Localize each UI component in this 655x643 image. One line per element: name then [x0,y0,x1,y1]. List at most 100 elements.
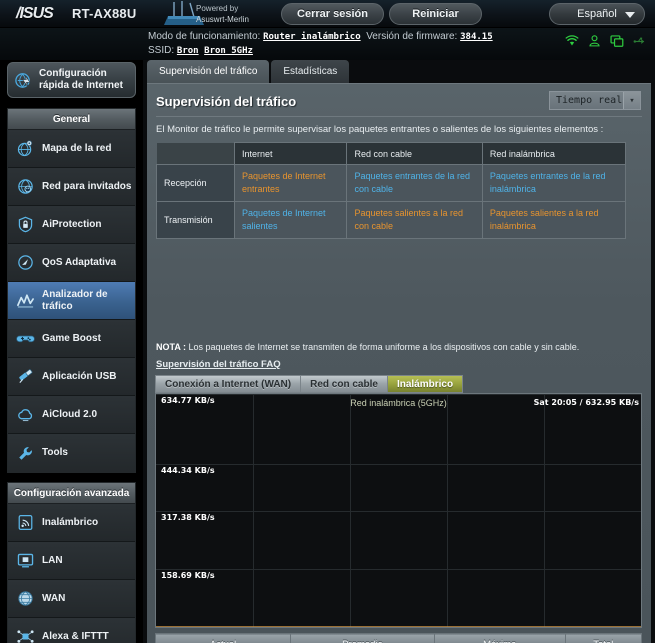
operation-mode-value[interactable]: Router inalámbrico [263,32,361,42]
traffic-chart[interactable]: Red inalámbrica (5GHz) Sat 20:05 / 632.9… [155,393,642,628]
network-map-icon [17,140,33,157]
sidebar-item-label: AiProtection [42,218,102,230]
page-title: Supervisión del tráfico [156,94,297,109]
router-model-label: RT-AX88U [72,6,137,21]
sidebar-item-guest-network[interactable]: Red para invitados [8,168,135,206]
chart-tab-wan[interactable]: Conexión a Internet (WAN) [155,375,301,393]
ssid-5ghz-value[interactable]: Bron_5GHz [204,46,253,56]
table-header-row: Actual Promedio Máximo Total [154,633,643,643]
matrix-col-internet: Internet [233,142,348,165]
quick-setup-line1: Configuración [39,68,107,79]
traffic-legend-table: Internet Red con cable Red inalámbrica R… [156,142,627,239]
operation-mode-label: Modo de funcionamiento: [148,31,261,42]
sidebar-item-label: QoS Adaptativa [42,256,117,268]
sidebar-item-alexa-ifttt[interactable]: Alexa & IFTTT [8,618,135,643]
sidebar-item-label: WAN [42,592,66,604]
sidebar-item-label: Inalámbrico [42,516,99,528]
title-divider [156,116,642,117]
sidebar-item-label: Tools [42,447,68,459]
sidebar-item-aiprotection[interactable]: AiProtection [8,206,135,244]
wifi-icon[interactable] [565,34,579,48]
sidebar-item-lan[interactable]: LAN [8,542,135,580]
stats-col-maximo: Máximo [433,633,566,643]
top-header-bar: /ISUS RT-AX88U Powered by Asuswrt-Merlin… [0,0,655,28]
sidebar-item-tools[interactable]: Tools [8,434,135,472]
quick-setup-line2: rápida de Internet [39,80,123,91]
guest-network-icon [18,179,33,194]
sidebar-item-label: Game Boost [42,332,101,344]
matrix-cell-tx-internet: Paquetes de Internet salientes [233,201,348,239]
sidebar-item-wan[interactable]: WAN [8,580,135,618]
realtime-period-value: Tiempo real: [556,95,629,106]
firmware-label: Versión de firmware: [366,31,458,42]
asus-logo: /ISUS [16,5,54,22]
sidebar-group-header-advanced: Configuración avanzada [8,483,135,504]
lan-icon [17,553,34,568]
chevron-down-icon: ▾ [623,92,640,109]
sidebar-item-usb-application[interactable]: Aplicación USB [8,358,135,396]
devices-icon[interactable] [610,34,624,48]
sidebar-item-label: Alexa & IFTTT [42,630,109,642]
ssid-2ghz-value[interactable]: Bron [177,46,199,56]
matrix-cell-rx-wireless: Paquetes entrantes de la red inalámbrica [481,164,627,202]
status-icon-group [565,34,647,48]
sidebar-group-header-general: General [8,109,135,130]
gauge-icon [18,255,33,270]
chart-plot-area [156,626,641,627]
logout-button[interactable]: Cerrar sesión [281,3,384,25]
matrix-corner-cell [156,142,235,165]
matrix-cell-tx-wireless: Paquetes salientes a la red inalámbrica [481,201,627,239]
sidebar-item-label: Red para invitados [42,180,132,192]
wireless-icon [18,515,33,530]
table-row: Recepción Paquetes de Internet entrantes… [156,164,627,202]
note-body: Los paquetes de Internet se transmiten d… [188,342,580,352]
sidebar-item-label: Mapa de la red [42,142,112,154]
chart-tab-wired[interactable]: Red con cable [300,375,387,393]
content-panel: Supervisión del tráfico Tiempo real: ▾ E… [147,83,651,643]
wrench-icon [19,446,32,460]
faq-link[interactable]: Supervisión del tráfico FAQ [156,359,281,370]
firmware-version-value[interactable]: 384.15 [460,32,493,42]
matrix-cell-rx-internet: Paquetes de Internet entrantes [233,164,348,202]
traffic-analyzer-icon [17,294,34,308]
traffic-stats-table: Actual Promedio Máximo Total 0.00 KB/s 0… [154,633,643,643]
usb-application-icon [19,369,33,384]
stats-col-total: Total [564,633,643,643]
matrix-col-wireless: Red inalámbrica [481,142,627,165]
matrix-cell-rx-wired: Paquetes entrantes de la red con cable [346,164,483,202]
chevron-down-icon [625,12,635,18]
sidebar-item-adaptive-qos[interactable]: QoS Adaptativa [8,244,135,282]
reboot-button[interactable]: Reiniciar [389,3,482,25]
tab-traffic-monitor[interactable]: Supervisión del tráfico [147,60,270,83]
stats-col-promedio: Promedio [290,633,435,643]
sidebar-item-wireless[interactable]: Inalámbrico [8,504,135,542]
sidebar-nav: Configuración rápida de Internet General… [0,60,143,643]
sidebar-item-aicloud[interactable]: AiCloud 2.0 [8,396,135,434]
chart-source-tabs: Conexión a Internet (WAN) Red con cable … [155,375,464,393]
realtime-period-select[interactable]: Tiempo real: ▾ [549,91,641,110]
sidebar-item-network-map[interactable]: Mapa de la red [8,130,135,168]
usb-icon[interactable] [633,35,647,48]
sidebar-item-traffic-analyzer[interactable]: Analizador de tráfico [8,282,135,320]
user-icon[interactable] [588,34,601,48]
router-info-bar: Modo de funcionamiento: Router inalámbri… [0,28,655,60]
tab-statistics[interactable]: Estadísticas [271,60,350,83]
language-selector[interactable]: Español [549,3,645,25]
cloud-icon [18,409,33,422]
matrix-col-wired: Red con cable [346,142,483,165]
language-selector-label: Español [577,8,617,20]
page-description: El Monitor de tráfico le permite supervi… [156,124,604,135]
chart-tab-wireless[interactable]: Inalámbrico [386,375,464,393]
powered-by-block: Powered by Asuswrt-Merlin [196,3,249,25]
operation-mode-line: Modo de funcionamiento: Router inalámbri… [148,31,493,42]
matrix-row-transmission: Transmisión [156,201,235,239]
table-row: Transmisión Paquetes de Internet salient… [156,201,627,239]
alexa-ifttt-icon [17,630,34,643]
quick-internet-setup-button[interactable]: Configuración rápida de Internet [7,62,136,98]
sidebar-item-game-boost[interactable]: Game Boost [8,320,135,358]
sidebar-item-label: LAN [42,554,63,566]
ssid-label: SSID: [148,45,175,56]
gamepad-icon [16,335,35,343]
shield-icon [18,216,33,233]
sidebar-item-label: Aplicación USB [42,370,117,382]
